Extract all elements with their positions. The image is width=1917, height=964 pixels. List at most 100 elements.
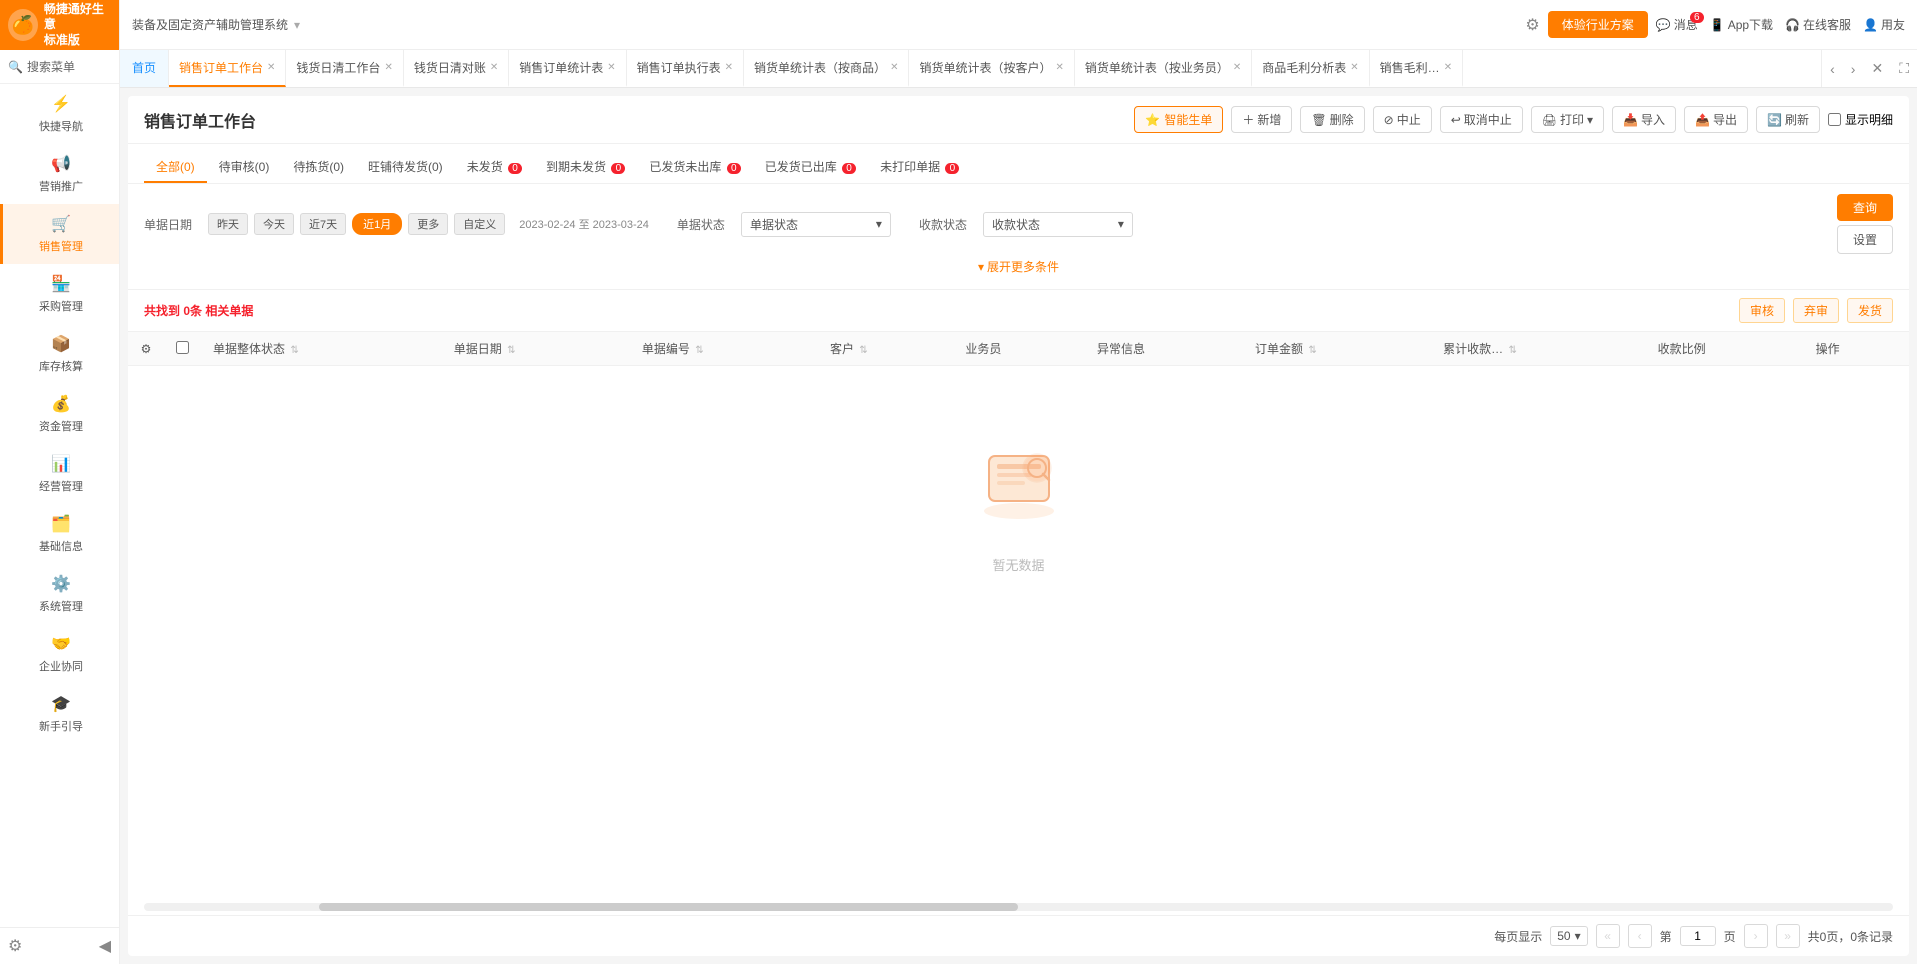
ship-action-btn[interactable]: 发货 [1847, 298, 1893, 323]
sub-tab-wangpu[interactable]: 旺铺待发货(0) [356, 152, 455, 183]
sidebar-item-system[interactable]: ⚙️ 系统管理 [0, 564, 119, 624]
tab-close-icon[interactable]: ✕ [607, 62, 615, 73]
stop-button[interactable]: ⊘ 中止 [1373, 106, 1432, 133]
date-btn-custom[interactable]: 自定义 [454, 213, 505, 235]
expand-filter-btn[interactable]: ▾ 展开更多条件 [978, 258, 1059, 275]
print-button[interactable]: 🖨 打印 ▾ [1531, 106, 1604, 133]
tab-prev-btn[interactable]: ‹ [1822, 50, 1843, 87]
title-dropdown-icon[interactable]: ▾ [294, 18, 300, 32]
setting-button[interactable]: 设置 [1837, 225, 1893, 254]
review-action-btn[interactable]: 审核 [1739, 298, 1785, 323]
date-btn-1month[interactable]: 近1月 [352, 213, 402, 235]
last-page-btn[interactable]: » [1776, 924, 1800, 948]
sub-tab-shipped-not-out[interactable]: 已发货未出库 0 [637, 152, 752, 183]
next-page-btn[interactable]: › [1744, 924, 1768, 948]
th-settings[interactable]: ⚙ [128, 332, 164, 366]
sub-tab-all[interactable]: 全部(0) [144, 152, 207, 183]
sidebar-item-operation[interactable]: 📊 经营管理 [0, 444, 119, 504]
page-number-input[interactable] [1680, 926, 1716, 946]
date-btn-today[interactable]: 今天 [254, 213, 294, 235]
user-menu-btn[interactable]: 👤 用友 [1863, 16, 1905, 33]
sort-icon[interactable]: ⇅ [1308, 345, 1316, 356]
sort-icon[interactable]: ⇅ [859, 345, 867, 356]
tab-summary-product[interactable]: 销货单统计表（按商品） ✕ [744, 50, 909, 87]
tab-cash-daily[interactable]: 钱货日清工作台 ✕ [286, 50, 403, 87]
collapse-btn[interactable]: ◀ [99, 936, 111, 956]
add-button[interactable]: ＋ 新增 [1231, 106, 1292, 133]
sidebar-item-basic[interactable]: 🗂️ 基础信息 [0, 504, 119, 564]
sidebar-item-inventory[interactable]: 📦 库存核算 [0, 324, 119, 384]
message-btn[interactable]: 💬 消息 6 [1656, 16, 1698, 33]
tab-close-all-btn[interactable]: ✕ [1863, 50, 1891, 87]
sidebar-item-sales[interactable]: 🛒 销售管理 [0, 204, 119, 264]
tab-close-icon[interactable]: ✕ [890, 62, 898, 73]
tab-close-icon[interactable]: ✕ [1350, 62, 1358, 73]
tab-home[interactable]: 首页 [120, 50, 169, 87]
status-filter-select[interactable]: 单据状态 ▾ [741, 212, 891, 237]
date-btn-7days[interactable]: 近7天 [300, 213, 346, 235]
export-button[interactable]: 📤 导出 [1684, 106, 1748, 133]
tab-close-icon[interactable]: ✕ [1055, 62, 1063, 73]
cancel-review-btn[interactable]: 弃审 [1793, 298, 1839, 323]
scrollbar-thumb[interactable] [319, 903, 1019, 911]
sub-tab-not-printed[interactable]: 未打印单据 0 [868, 152, 971, 183]
horizontal-scrollbar[interactable] [144, 903, 1893, 911]
tab-cash-reconcile[interactable]: 钱货日清对账 ✕ [404, 50, 509, 87]
settings-icon[interactable]: ⚙ [1525, 15, 1539, 35]
tab-close-icon[interactable]: ✕ [384, 62, 392, 73]
th-status: 单据整体状态 ⇅ [201, 332, 442, 366]
tab-sales-more[interactable]: 销售毛利… ✕ [1370, 50, 1463, 87]
delete-button[interactable]: 🗑 删除 [1300, 106, 1364, 133]
tab-summary-customer[interactable]: 销货单统计表（按客户） ✕ [909, 50, 1074, 87]
online-service-btn[interactable]: 🎧 在线客服 [1785, 16, 1851, 33]
tab-close-icon[interactable]: ✕ [490, 62, 498, 73]
sidebar-item-enterprise[interactable]: 🤝 企业协同 [0, 624, 119, 684]
sort-icon[interactable]: ⇅ [507, 345, 515, 356]
sidebar-item-marketing[interactable]: 📢 营销推广 [0, 144, 119, 204]
sort-icon[interactable]: ⇅ [1508, 345, 1516, 356]
tab-close-icon[interactable]: ✕ [1444, 62, 1452, 73]
sort-icon[interactable]: ⇅ [290, 345, 298, 356]
date-btn-yesterday[interactable]: 昨天 [208, 213, 248, 235]
settings-btn[interactable]: ⚙ [8, 936, 22, 956]
sub-tab-shipped-out[interactable]: 已发货已出库 0 [753, 152, 868, 183]
app-download-btn[interactable]: 📱 App下载 [1710, 16, 1773, 33]
search-icon: 🔍 [8, 60, 23, 74]
smart-order-button[interactable]: ⭐ 智能生单 [1134, 106, 1223, 133]
tab-close-icon[interactable]: ✕ [1233, 62, 1241, 73]
show-detail-label[interactable]: 显示明细 [1828, 111, 1893, 128]
first-page-btn[interactable]: « [1596, 924, 1620, 948]
sidebar-item-purchase[interactable]: 🏪 采购管理 [0, 264, 119, 324]
date-btn-more[interactable]: 更多 [408, 213, 448, 235]
th-checkbox[interactable] [164, 332, 201, 366]
tab-close-icon[interactable]: ✕ [267, 62, 275, 73]
tab-summary-staff[interactable]: 销货单统计表（按业务员） ✕ [1075, 50, 1252, 87]
tab-sales-stat[interactable]: 销售订单统计表 ✕ [509, 50, 626, 87]
sub-tab-not-shipped[interactable]: 未发货 0 [455, 152, 534, 183]
tab-sales-exec[interactable]: 销售订单执行表 ✕ [627, 50, 744, 87]
th-abnormal: 异常信息 [1085, 332, 1243, 366]
tab-sales-order[interactable]: 销售订单工作台 ✕ [169, 50, 286, 87]
sidebar-item-quick-nav[interactable]: ⚡ 快捷导航 [0, 84, 119, 144]
sidebar-item-newbie[interactable]: 🎓 新手引导 [0, 684, 119, 744]
sidebar-item-capital[interactable]: 💰 资金管理 [0, 384, 119, 444]
refresh-button[interactable]: 🔄 刷新 [1756, 106, 1820, 133]
tab-close-icon[interactable]: ✕ [725, 62, 733, 73]
select-all-checkbox[interactable] [176, 341, 189, 354]
sort-icon[interactable]: ⇅ [695, 345, 703, 356]
sub-tab-pending-review[interactable]: 待审核(0) [207, 152, 282, 183]
sub-tab-pending-inspect[interactable]: 待拣货(0) [281, 152, 356, 183]
industry-solution-button[interactable]: 体验行业方案 [1548, 11, 1648, 38]
sidebar-search[interactable]: 🔍 搜索菜单 [0, 50, 119, 84]
prev-page-btn[interactable]: ‹ [1628, 924, 1652, 948]
show-detail-checkbox[interactable] [1828, 113, 1841, 126]
payment-filter-select[interactable]: 收款状态 ▾ [983, 212, 1133, 237]
tab-next-btn[interactable]: › [1843, 50, 1864, 87]
tab-fullscreen-btn[interactable]: ⛶ [1891, 50, 1917, 87]
sub-tab-overdue-not-shipped[interactable]: 到期未发货 0 [534, 152, 637, 183]
import-button[interactable]: 📥 导入 [1612, 106, 1676, 133]
cancel-stop-button[interactable]: ↩ 取消中止 [1440, 106, 1523, 133]
tab-gross-profit[interactable]: 商品毛利分析表 ✕ [1252, 50, 1369, 87]
page-size-select[interactable]: 50 ▾ [1550, 926, 1587, 946]
query-button[interactable]: 查询 [1837, 194, 1893, 221]
